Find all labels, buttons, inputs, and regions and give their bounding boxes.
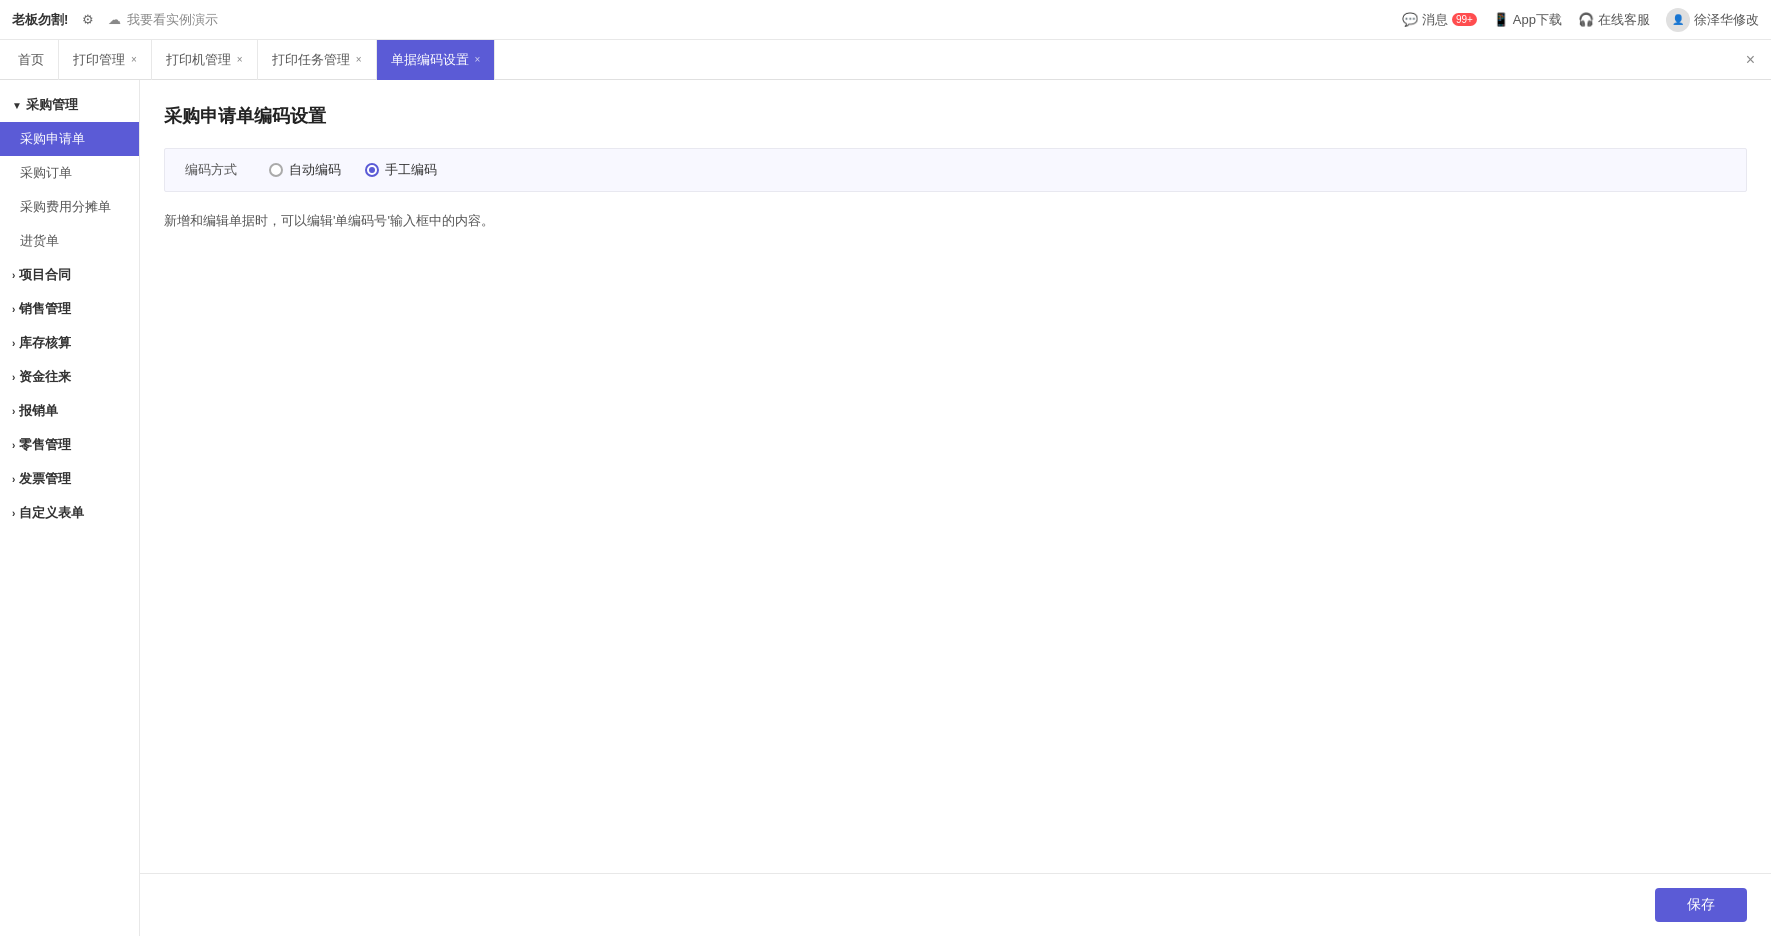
arrow-right-icon-invoice: ›: [12, 474, 15, 485]
tab-document-code-close[interactable]: ×: [475, 54, 481, 65]
search-icon: ☁: [108, 12, 121, 27]
sidebar-item-goods-receipt-label: 进货单: [20, 233, 59, 248]
tab-print-management[interactable]: 打印管理 ×: [59, 40, 152, 80]
sidebar-group-finance[interactable]: › 资金往来: [0, 360, 139, 394]
sidebar-group-invoice-label: 发票管理: [19, 470, 71, 488]
sidebar-item-purchase-order-label: 采购订单: [20, 165, 72, 180]
tab-print-task-label: 打印任务管理: [272, 51, 350, 69]
settings-button[interactable]: ⚙: [76, 8, 100, 32]
app-download-label: App下载: [1513, 11, 1562, 29]
arrow-right-icon-expense: ›: [12, 406, 15, 417]
sidebar-group-expense-label: 报销单: [19, 402, 58, 420]
sidebar-item-purchase-expense-label: 采购费用分摊单: [20, 199, 111, 214]
sidebar-group-sales-label: 销售管理: [19, 300, 71, 318]
online-service-label: 在线客服: [1598, 11, 1650, 29]
sidebar-group-purchase-management[interactable]: ▼ 采购管理: [0, 88, 139, 122]
hint-text: 新增和编辑单据时，可以编辑'单编码号'输入框中的内容。: [164, 212, 1747, 230]
radio-auto-label: 自动编码: [289, 161, 341, 179]
headset-icon: 🎧: [1578, 12, 1594, 27]
message-button[interactable]: 💬 消息 99+: [1402, 11, 1477, 29]
top-bar-right: 💬 消息 99+ 📱 App下载 🎧 在线客服 👤 徐泽华修改: [1402, 8, 1759, 32]
sidebar-group-inventory[interactable]: › 库存核算: [0, 326, 139, 360]
radio-auto-circle: [269, 163, 283, 177]
sidebar-item-purchase-request[interactable]: 采购申请单: [0, 122, 139, 156]
message-badge: 99+: [1452, 13, 1477, 26]
top-bar: 老板勿割! ⚙ ☁ 我要看实例演示 💬 消息 99+ 📱 App下载 🎧 在线客…: [0, 0, 1771, 40]
page-title: 采购申请单编码设置: [164, 104, 1747, 128]
sidebar-group-project-contract[interactable]: › 项目合同: [0, 258, 139, 292]
tab-print-task-management[interactable]: 打印任务管理 ×: [258, 40, 377, 80]
main-area: ▼ 采购管理 采购申请单 采购订单 采购费用分摊单 进货单 › 项目合同 › 销…: [0, 80, 1771, 936]
sidebar-item-goods-receipt[interactable]: 进货单: [0, 224, 139, 258]
user-name: 徐泽华修改: [1694, 11, 1759, 29]
message-label: 消息: [1422, 11, 1448, 29]
radio-manual-circle: [365, 163, 379, 177]
encoding-row: 编码方式 自动编码 手工编码: [164, 148, 1747, 192]
sidebar-group-custom-label: 自定义表单: [19, 504, 84, 522]
save-button[interactable]: 保存: [1655, 888, 1747, 922]
content-area: 采购申请单编码设置 编码方式 自动编码 手工编码 新增和编辑单据时，可以编辑'单…: [140, 80, 1771, 936]
top-bar-left: 老板勿割! ⚙ ☁ 我要看实例演示: [12, 8, 218, 32]
online-service-button[interactable]: 🎧 在线客服: [1578, 11, 1650, 29]
arrow-right-icon-custom: ›: [12, 508, 15, 519]
sidebar-item-purchase-expense[interactable]: 采购费用分摊单: [0, 190, 139, 224]
sidebar-group-invoice[interactable]: › 发票管理: [0, 462, 139, 496]
app-download-icon: 📱: [1493, 12, 1509, 27]
sidebar-group-inventory-label: 库存核算: [19, 334, 71, 352]
radio-manual-encoding[interactable]: 手工编码: [365, 161, 437, 179]
tab-printer-management[interactable]: 打印机管理 ×: [152, 40, 258, 80]
sidebar-group-custom-form[interactable]: › 自定义表单: [0, 496, 139, 530]
sidebar-item-purchase-request-label: 采购申请单: [20, 131, 85, 146]
tab-bar: 首页 打印管理 × 打印机管理 × 打印任务管理 × 单据编码设置 × ×: [0, 40, 1771, 80]
arrow-right-icon-inventory: ›: [12, 338, 15, 349]
sidebar-group-retail-label: 零售管理: [19, 436, 71, 454]
sidebar-group-finance-label: 资金往来: [19, 368, 71, 386]
sidebar-group-expense-report[interactable]: › 报销单: [0, 394, 139, 428]
user-menu[interactable]: 👤 徐泽华修改: [1666, 8, 1759, 32]
tab-document-code-label: 单据编码设置: [391, 51, 469, 69]
tab-home-label: 首页: [18, 51, 44, 69]
arrow-right-icon-retail: ›: [12, 440, 15, 451]
search-text: 我要看实例演示: [127, 11, 218, 29]
sidebar-group-retail[interactable]: › 零售管理: [0, 428, 139, 462]
tab-printer-management-label: 打印机管理: [166, 51, 231, 69]
arrow-right-icon-sales: ›: [12, 304, 15, 315]
arrow-right-icon-finance: ›: [12, 372, 15, 383]
sidebar-group-purchase-label: 采购管理: [26, 96, 78, 114]
tab-document-code-settings[interactable]: 单据编码设置 ×: [377, 40, 496, 80]
sidebar-item-purchase-order[interactable]: 采购订单: [0, 156, 139, 190]
sidebar-group-sales[interactable]: › 销售管理: [0, 292, 139, 326]
tab-bar-close-all[interactable]: ×: [1734, 51, 1767, 69]
app-download-button[interactable]: 📱 App下载: [1493, 11, 1562, 29]
sidebar-group-project-label: 项目合同: [19, 266, 71, 284]
tab-home[interactable]: 首页: [4, 40, 59, 80]
tab-printer-management-close[interactable]: ×: [237, 54, 243, 65]
radio-auto-encoding[interactable]: 自动编码: [269, 161, 341, 179]
arrow-down-icon: ▼: [12, 100, 22, 111]
encoding-radio-group: 自动编码 手工编码: [269, 161, 437, 179]
avatar: 👤: [1666, 8, 1690, 32]
encoding-label: 编码方式: [185, 161, 245, 179]
tab-print-management-label: 打印管理: [73, 51, 125, 69]
tab-print-management-close[interactable]: ×: [131, 54, 137, 65]
arrow-right-icon-project: ›: [12, 270, 15, 281]
search-bar[interactable]: ☁ 我要看实例演示: [108, 11, 218, 29]
radio-manual-label: 手工编码: [385, 161, 437, 179]
tab-print-task-close[interactable]: ×: [356, 54, 362, 65]
sidebar: ▼ 采购管理 采购申请单 采购订单 采购费用分摊单 进货单 › 项目合同 › 销…: [0, 80, 140, 936]
content-footer: 保存: [140, 873, 1771, 936]
message-icon: 💬: [1402, 12, 1418, 27]
content-body: 采购申请单编码设置 编码方式 自动编码 手工编码 新增和编辑单据时，可以编辑'单…: [140, 80, 1771, 873]
logo: 老板勿割!: [12, 11, 68, 29]
